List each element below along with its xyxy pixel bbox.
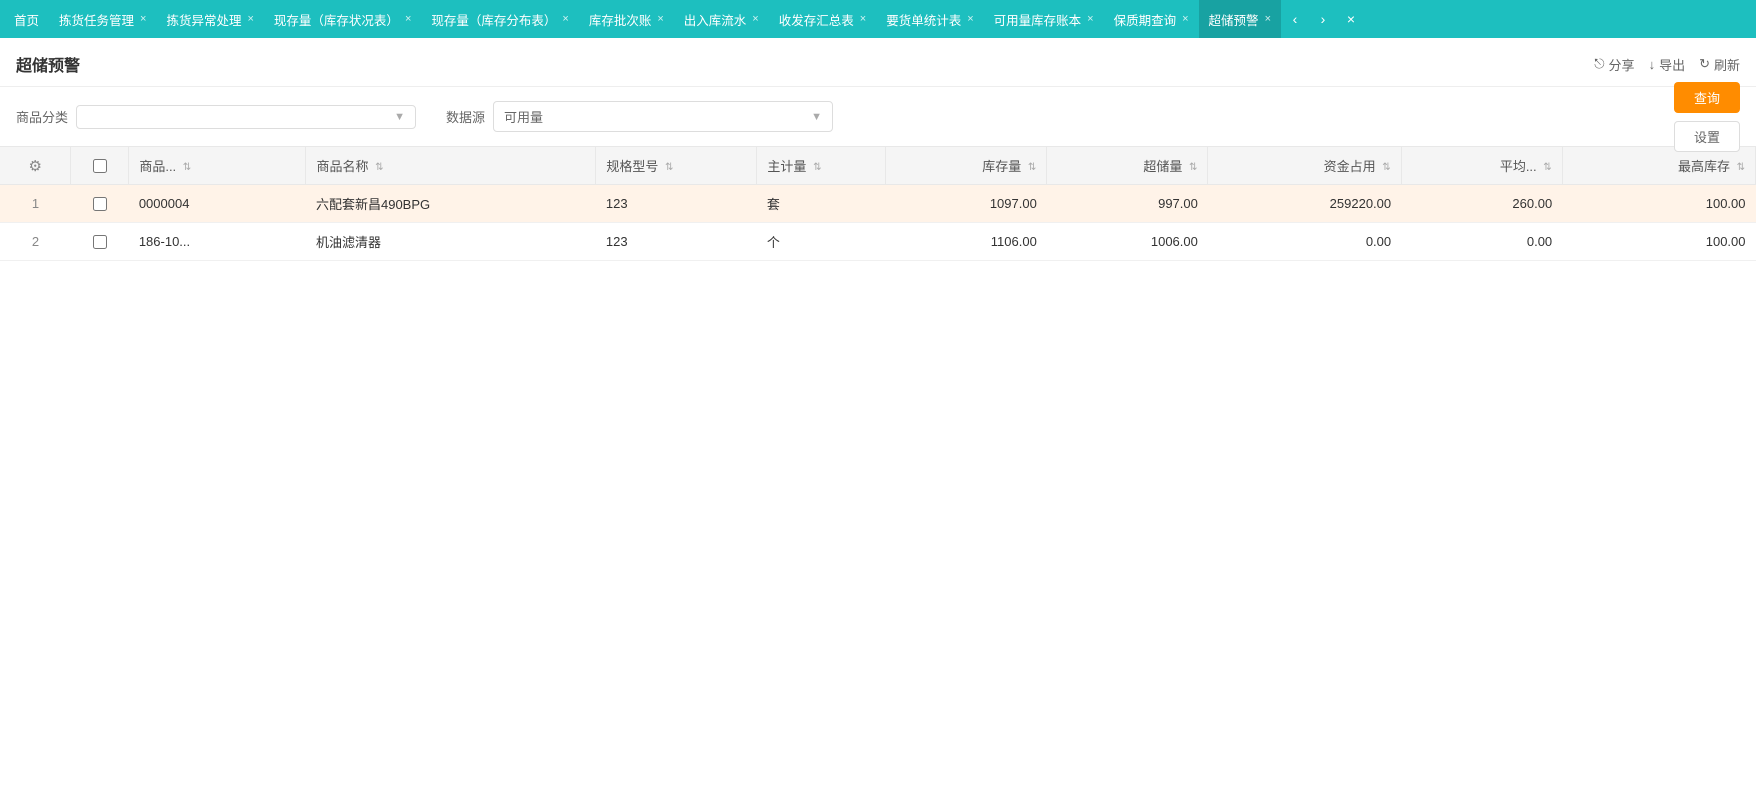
th-over[interactable]: 超储量 ⇅ <box>1047 147 1208 185</box>
th-max[interactable]: 最高库存 ⇅ <box>1562 147 1755 185</box>
nav-next-button[interactable]: › <box>1309 0 1337 38</box>
close-icon[interactable]: × <box>405 13 411 25</box>
nav-item-stock-dist[interactable]: 现存量（库存分布表） × <box>421 0 578 38</box>
close-icon[interactable]: × <box>140 13 146 25</box>
row-code: 186-10... <box>129 223 306 261</box>
th-checkbox[interactable] <box>71 147 129 185</box>
share-icon: ⎋ <box>1594 56 1604 72</box>
share-button[interactable]: ⎋ 分享 <box>1594 55 1634 74</box>
table-row: 2 186-10... 机油滤清器 123 个 1106.00 1006.00 … <box>0 223 1756 261</box>
export-button[interactable]: ↓ 导出 <box>1649 55 1686 74</box>
th-avg[interactable]: 平均... ⇅ <box>1401 147 1562 185</box>
datasource-label: 数据源 <box>446 107 485 126</box>
top-navigation: 首页 拣货任务管理 × 拣货异常处理 × 现存量（库存状况表） × 现存量（库存… <box>0 0 1756 38</box>
th-code[interactable]: 商品... ⇅ <box>129 147 306 185</box>
row-spec: 123 <box>596 223 757 261</box>
row-over: 997.00 <box>1047 185 1208 223</box>
nav-item-stock-status[interactable]: 现存量（库存状况表） × <box>264 0 421 38</box>
close-icon[interactable]: × <box>1265 13 1271 25</box>
datasource-select[interactable]: 可用量 ▼ <box>493 101 833 132</box>
row-checkbox[interactable] <box>93 235 107 249</box>
row-capital: 0.00 <box>1208 223 1401 261</box>
category-select[interactable]: ▼ <box>76 105 416 129</box>
refresh-button[interactable]: ↻ 刷新 <box>1699 55 1740 74</box>
row-index: 1 <box>0 185 71 223</box>
refresh-icon: ↻ <box>1699 56 1710 72</box>
nav-more-button[interactable]: × <box>1337 0 1365 38</box>
th-name[interactable]: 商品名称 ⇅ <box>306 147 596 185</box>
datasource-filter: 数据源 可用量 ▼ <box>446 101 833 132</box>
close-icon[interactable]: × <box>860 13 866 25</box>
chevron-down-icon: ▼ <box>811 111 822 123</box>
sort-icon: ⇅ <box>1737 163 1745 173</box>
category-filter: 商品分类 ▼ <box>16 105 416 129</box>
row-over: 1006.00 <box>1047 223 1208 261</box>
sort-icon: ⇅ <box>183 163 191 173</box>
sort-icon: ⇅ <box>813 163 821 173</box>
row-code: 0000004 <box>129 185 306 223</box>
th-unit[interactable]: 主计量 ⇅ <box>757 147 886 185</box>
chevron-down-icon: ▼ <box>394 111 405 123</box>
close-icon[interactable]: × <box>1182 13 1188 25</box>
nav-item-summary[interactable]: 收发存汇总表 × <box>769 0 876 38</box>
table-wrapper: ⚙ 商品... ⇅ 商品名称 ⇅ 规格型号 ⇅ <box>0 146 1756 261</box>
nav-item-overstock[interactable]: 超储预警 × <box>1199 0 1281 38</box>
header-actions: ⎋ 分享 ↓ 导出 ↻ 刷新 <box>1594 55 1740 74</box>
row-spec: 123 <box>596 185 757 223</box>
row-unit: 个 <box>757 223 886 261</box>
row-capital: 259220.00 <box>1208 185 1401 223</box>
row-max: 100.00 <box>1562 185 1755 223</box>
row-stock: 1106.00 <box>886 223 1047 261</box>
table-row: 1 0000004 六配套新昌490BPG 123 套 1097.00 997.… <box>0 185 1756 223</box>
page-header: 超储预警 ⎋ 分享 ↓ 导出 ↻ 刷新 <box>0 38 1756 87</box>
select-all-checkbox[interactable] <box>93 159 107 173</box>
table-body: 1 0000004 六配套新昌490BPG 123 套 1097.00 997.… <box>0 185 1756 261</box>
sort-icon: ⇅ <box>375 163 383 173</box>
export-icon: ↓ <box>1649 57 1656 72</box>
nav-item-available[interactable]: 可用量库存账本 × <box>984 0 1104 38</box>
query-button[interactable]: 查询 <box>1674 82 1740 113</box>
row-name: 六配套新昌490BPG <box>306 185 596 223</box>
nav-item-task[interactable]: 拣货任务管理 × <box>49 0 156 38</box>
action-buttons: 查询 设置 <box>1674 82 1740 152</box>
nav-item-quality[interactable]: 保质期查询 × <box>1104 0 1199 38</box>
table-header-row: ⚙ 商品... ⇅ 商品名称 ⇅ 规格型号 ⇅ <box>0 147 1756 185</box>
th-spec[interactable]: 规格型号 ⇅ <box>596 147 757 185</box>
nav-item-order-stat[interactable]: 要货单统计表 × <box>876 0 983 38</box>
close-icon[interactable]: × <box>657 13 663 25</box>
th-stock[interactable]: 库存量 ⇅ <box>886 147 1047 185</box>
row-name: 机油滤清器 <box>306 223 596 261</box>
row-stock: 1097.00 <box>886 185 1047 223</box>
row-checkbox-cell[interactable] <box>71 185 129 223</box>
close-icon[interactable]: × <box>967 13 973 25</box>
filter-area: 商品分类 ▼ 数据源 可用量 ▼ 查询 设置 <box>0 87 1756 146</box>
close-icon[interactable]: × <box>247 13 253 25</box>
row-index: 2 <box>0 223 71 261</box>
row-unit: 套 <box>757 185 886 223</box>
nav-prev-button[interactable]: ‹ <box>1281 0 1309 38</box>
category-label: 商品分类 <box>16 107 68 126</box>
gear-icon[interactable]: ⚙ <box>28 158 41 175</box>
row-avg: 0.00 <box>1401 223 1562 261</box>
sort-icon: ⇅ <box>1382 163 1390 173</box>
nav-item-home[interactable]: 首页 <box>4 0 49 38</box>
close-icon[interactable]: × <box>562 13 568 25</box>
page-title: 超储预警 <box>16 52 80 76</box>
nav-item-inout[interactable]: 出入库流水 × <box>674 0 769 38</box>
sort-icon: ⇅ <box>1189 163 1197 173</box>
close-icon[interactable]: × <box>1087 13 1093 25</box>
close-icon[interactable]: × <box>752 13 758 25</box>
th-settings[interactable]: ⚙ <box>0 147 71 185</box>
th-capital[interactable]: 资金占用 ⇅ <box>1208 147 1401 185</box>
row-max: 100.00 <box>1562 223 1755 261</box>
sort-icon: ⇅ <box>665 163 673 173</box>
nav-item-exception[interactable]: 拣货异常处理 × <box>156 0 263 38</box>
data-table: ⚙ 商品... ⇅ 商品名称 ⇅ 规格型号 ⇅ <box>0 146 1756 261</box>
nav-item-batch[interactable]: 库存批次账 × <box>579 0 674 38</box>
row-checkbox-cell[interactable] <box>71 223 129 261</box>
row-avg: 260.00 <box>1401 185 1562 223</box>
sort-icon: ⇅ <box>1028 163 1036 173</box>
sort-icon: ⇅ <box>1543 163 1551 173</box>
row-checkbox[interactable] <box>93 197 107 211</box>
